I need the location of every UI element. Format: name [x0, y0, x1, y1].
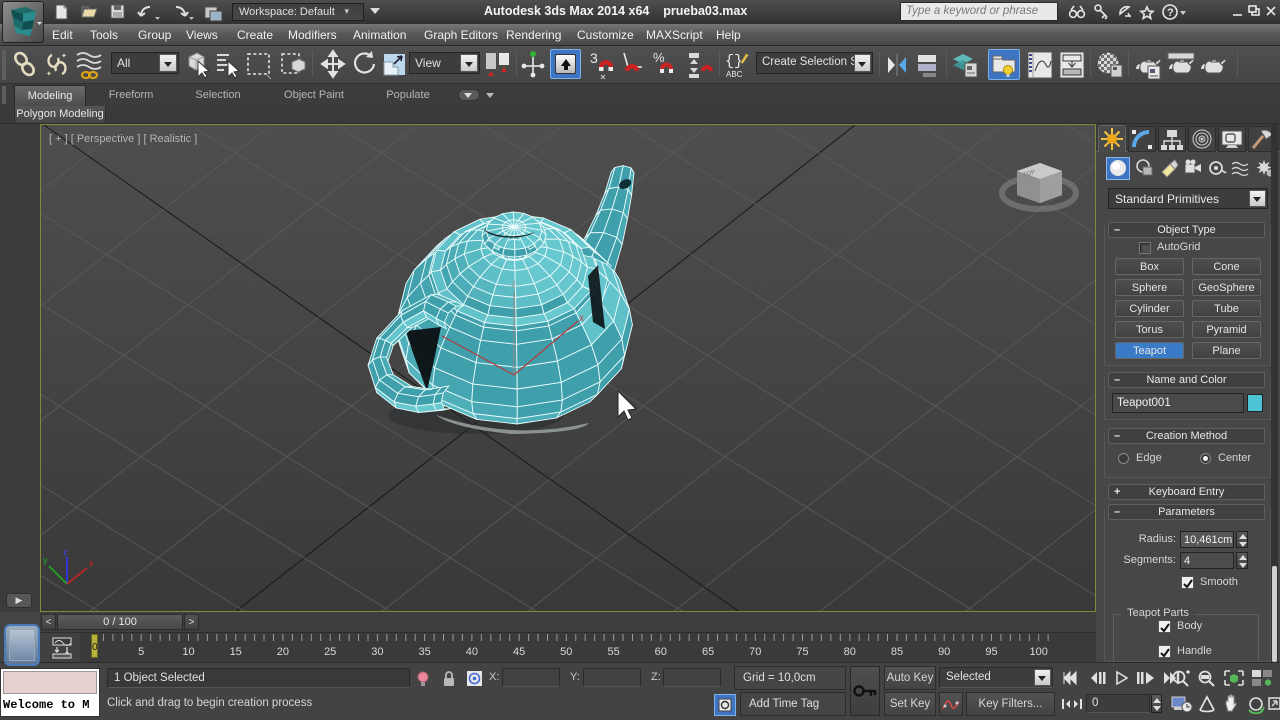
svg-text:45: 45	[513, 646, 525, 658]
svg-text:85: 85	[891, 646, 903, 658]
svg-text:75: 75	[796, 646, 808, 658]
svg-text:80: 80	[844, 646, 856, 658]
svg-text:55: 55	[607, 646, 619, 658]
svg-text:✦: ✦	[61, 52, 67, 60]
svg-text:90: 90	[938, 646, 950, 658]
svg-text:35: 35	[418, 646, 430, 658]
svg-text:y: y	[43, 555, 48, 565]
svg-text:5: 5	[138, 646, 144, 658]
svg-text:30: 30	[371, 646, 383, 658]
svg-text:60: 60	[655, 646, 667, 658]
svg-text:65: 65	[702, 646, 714, 658]
svg-text:x: x	[579, 313, 584, 324]
svg-text:50: 50	[560, 646, 572, 658]
svg-text:✦: ✦	[46, 70, 52, 78]
svg-text:{}: {}	[725, 53, 743, 70]
svg-text:15: 15	[230, 646, 242, 658]
svg-text:z: z	[511, 279, 516, 290]
svg-text:95: 95	[985, 646, 997, 658]
svg-text:%: %	[653, 50, 665, 65]
svg-text:x: x	[89, 558, 94, 568]
svg-text:z: z	[63, 547, 68, 557]
svg-text:25: 25	[324, 646, 336, 658]
svg-text:100: 100	[1030, 646, 1048, 658]
svg-text:?: ?	[1167, 7, 1174, 19]
svg-text:40: 40	[466, 646, 478, 658]
svg-text:70: 70	[749, 646, 761, 658]
svg-text:[ + ] [ Perspective ] [ Realis: [ + ] [ Perspective ] [ Realistic ]	[49, 133, 197, 145]
svg-text:3: 3	[590, 50, 598, 66]
svg-text:ABC: ABC	[726, 70, 743, 79]
svg-text:10: 10	[182, 646, 194, 658]
svg-text:20: 20	[277, 646, 289, 658]
